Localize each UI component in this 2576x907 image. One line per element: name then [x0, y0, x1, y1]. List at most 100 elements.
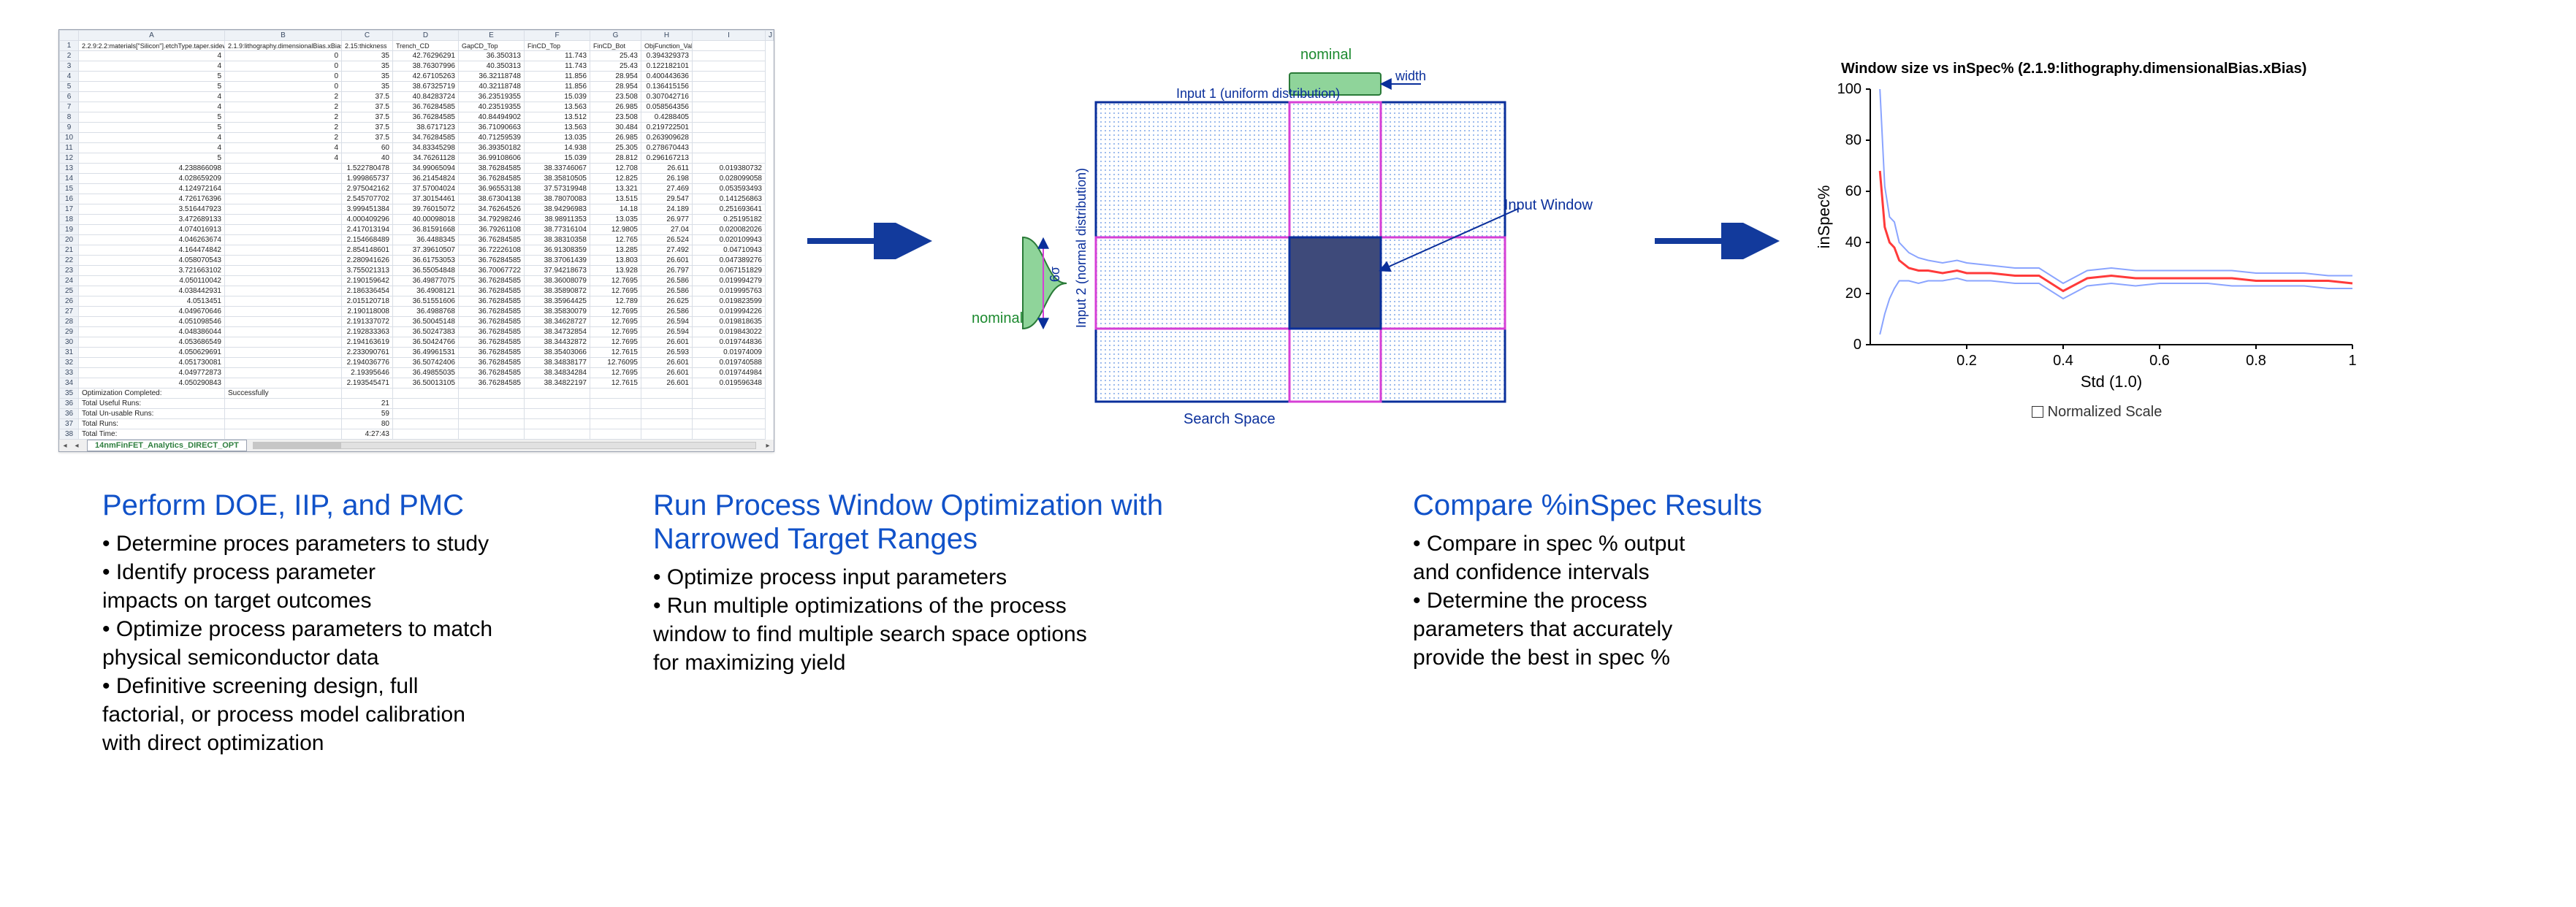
- caption-right: Compare %inSpec Results • Compare in spe…: [1413, 489, 1762, 757]
- svg-text:Std (1.0): Std (1.0): [2081, 372, 2142, 391]
- header-cell: 2.1.9:lithography.dimensionalBias.xBias: [225, 41, 342, 51]
- summary-row: 35Optimization Completed:Successfully: [60, 389, 774, 399]
- process-window-diagram: nominal width Input 1 (uniform distribut…: [964, 51, 1622, 431]
- col-letter: [60, 31, 79, 41]
- arrow-right-icon: [1651, 223, 1783, 259]
- tab-nav-first[interactable]: ◂: [59, 442, 71, 450]
- caption-left-body: • Determine proces parameters to study• …: [102, 529, 492, 757]
- table-row: 144.0286592091.99986573736.2145482436.76…: [60, 174, 774, 184]
- svg-text:0.2: 0.2: [1956, 353, 1977, 369]
- caption-left: Perform DOE, IIP, and PMC • Determine pr…: [102, 489, 492, 757]
- header-cell: Trench_CD: [393, 41, 459, 51]
- col-letter: G: [590, 31, 641, 41]
- label-search-space: Search Space: [1184, 411, 1276, 428]
- header-row: 12.2.9:2.2:materials["Silicon"].etchType…: [60, 41, 774, 51]
- label-input-window: Input Window: [1504, 197, 1593, 214]
- header-cell: FinCD_Top: [525, 41, 590, 51]
- header-cell: ObjFunction_Value: [641, 41, 693, 51]
- col-letter: B: [225, 31, 342, 41]
- col-letter: J: [766, 31, 774, 41]
- arrow-right-icon: [804, 223, 935, 259]
- caption-right-body: • Compare in spec % outputand confidence…: [1413, 529, 1762, 672]
- svg-text:40: 40: [1845, 234, 1861, 250]
- sheet-tab-bar: ◂ ◂ 14nmFinFET_Analytics_DIRECT_OPT ▸: [59, 440, 774, 451]
- table-row: 95237.538.671712336.7109066313.56330.484…: [60, 123, 774, 133]
- table-row: 244.0501100422.19015964236.4987707536.76…: [60, 276, 774, 286]
- svg-text:0.4: 0.4: [2053, 353, 2073, 369]
- table-row: 344.0502908432.19354547136.5001310536.76…: [60, 378, 774, 389]
- svg-text:0.8: 0.8: [2246, 353, 2266, 369]
- table-row: 164.7261763962.54570770237.3015446138.67…: [60, 194, 774, 204]
- table-row: 2403542.7629629136.35031311.74325.430.39…: [60, 51, 774, 61]
- table-row: 104237.534.7628458540.7125953913.03526.9…: [60, 133, 774, 143]
- tab-nav-next[interactable]: ▸: [762, 442, 774, 450]
- col-letter: I: [693, 31, 766, 41]
- table-row: 304.0536865492.19416361936.5042476636.76…: [60, 337, 774, 348]
- header-cell: GapCD_Top: [459, 41, 525, 51]
- col-letter-row: ABCDEFGHIJ: [60, 31, 774, 41]
- svg-text:1: 1: [2348, 353, 2356, 369]
- sheet-tab[interactable]: 14nmFinFET_Analytics_DIRECT_OPT: [87, 440, 247, 451]
- table-row: 74237.536.7628458540.2351935513.56326.98…: [60, 102, 774, 112]
- caption-mid: Run Process Window Optimization with Nar…: [653, 489, 1252, 757]
- label-nominal-left: nominal: [972, 310, 1023, 327]
- header-cell: FinCD_Bot: [590, 41, 641, 51]
- caption-right-title: Compare %inSpec Results: [1413, 489, 1762, 522]
- table-row: 154.1249721642.97504216237.5700402436.96…: [60, 184, 774, 194]
- label-nominal-top: nominal: [1300, 47, 1352, 64]
- summary-row: 37Total Runs:80: [60, 419, 774, 429]
- header-cell: 2.2.9:2.2:materials["Silicon"].etchType.…: [79, 41, 225, 51]
- svg-text:100: 100: [1837, 82, 1861, 97]
- table-row: 254.0384429312.18633645436.490812136.762…: [60, 286, 774, 296]
- table-row: 214.1644748422.85414860137.3961050736.72…: [60, 245, 774, 256]
- table-row: 233.7216631023.75502131336.5505484836.70…: [60, 266, 774, 276]
- svg-text:0: 0: [1853, 337, 1861, 353]
- table-row: 64237.540.8428372436.2351935515.03923.50…: [60, 92, 774, 102]
- label-six-sigma: 6σ: [1048, 267, 1063, 282]
- table-row: 334.0497728732.1939564636.4985503536.762…: [60, 368, 774, 378]
- spreadsheet: ABCDEFGHIJ 12.2.9:2.2:materials["Silicon…: [58, 29, 774, 452]
- table-row: 85237.536.7628458540.8449490213.51223.50…: [60, 112, 774, 123]
- table-row: 3403538.7630799640.35031311.74325.430.12…: [60, 61, 774, 72]
- table-row: 294.0483860442.19283336336.5024738336.76…: [60, 327, 774, 337]
- legend-label: Normalized Scale: [2048, 404, 2162, 420]
- table-row: 134.2388660981.52278047834.9906509438.76…: [60, 164, 774, 174]
- table-row: 264.05134512.01512071836.5155160636.7628…: [60, 296, 774, 307]
- summary-row: 38Total Time:4:27:43: [60, 429, 774, 440]
- label-input2: Input 2 (normal distribution): [1074, 168, 1089, 328]
- caption-mid-body: • Optimize process input parameters• Run…: [653, 563, 1252, 677]
- summary-row: 36Total Useful Runs:21: [60, 399, 774, 409]
- col-letter: C: [342, 31, 393, 41]
- summary-row: 36Total Un-usable Runs:59: [60, 409, 774, 419]
- table-row: 324.0517300812.19403677636.5074240636.76…: [60, 358, 774, 368]
- col-letter: D: [393, 31, 459, 41]
- tab-nav-prev[interactable]: ◂: [71, 442, 83, 450]
- table-row: 284.0510985462.19133707236.5004514836.76…: [60, 317, 774, 327]
- col-letter: A: [79, 31, 225, 41]
- table-row: 274.0496706462.19011800836.498876836.762…: [60, 307, 774, 317]
- svg-text:60: 60: [1845, 183, 1861, 199]
- svg-text:20: 20: [1845, 286, 1861, 302]
- hscroll-track[interactable]: [253, 442, 756, 449]
- table-row: 204.0462636742.15466848936.448834536.762…: [60, 235, 774, 245]
- svg-text:inSpec%: inSpec%: [1815, 185, 1833, 249]
- chart-legend: Normalized Scale: [1812, 404, 2382, 421]
- table-row: 5503538.6732571940.3211874811.85628.9540…: [60, 82, 774, 92]
- table-row: 194.0740169132.41701319436.8159166836.79…: [60, 225, 774, 235]
- legend-box-icon: [2032, 406, 2043, 418]
- svg-text:80: 80: [1845, 132, 1861, 148]
- caption-mid-title: Run Process Window Optimization with Nar…: [653, 489, 1252, 556]
- table-row: 12544034.7626112836.9910860615.03928.812…: [60, 153, 774, 164]
- col-letter: E: [459, 31, 525, 41]
- svg-text:0.6: 0.6: [2149, 353, 2170, 369]
- table-row: 314.0506296912.23309076136.4996153136.76…: [60, 348, 774, 358]
- chart-title: Window size vs inSpec% (2.1.9:lithograph…: [1841, 61, 2382, 77]
- label-input1: Input 1 (uniform distribution): [1176, 86, 1340, 102]
- process-window-svg: [964, 51, 1622, 431]
- caption-left-title: Perform DOE, IIP, and PMC: [102, 489, 492, 522]
- col-letter: H: [641, 31, 693, 41]
- hscroll-thumb[interactable]: [254, 443, 341, 448]
- table-row: 224.0580705432.28094162636.6175305336.76…: [60, 256, 774, 266]
- label-width: width: [1395, 69, 1426, 84]
- col-letter: F: [525, 31, 590, 41]
